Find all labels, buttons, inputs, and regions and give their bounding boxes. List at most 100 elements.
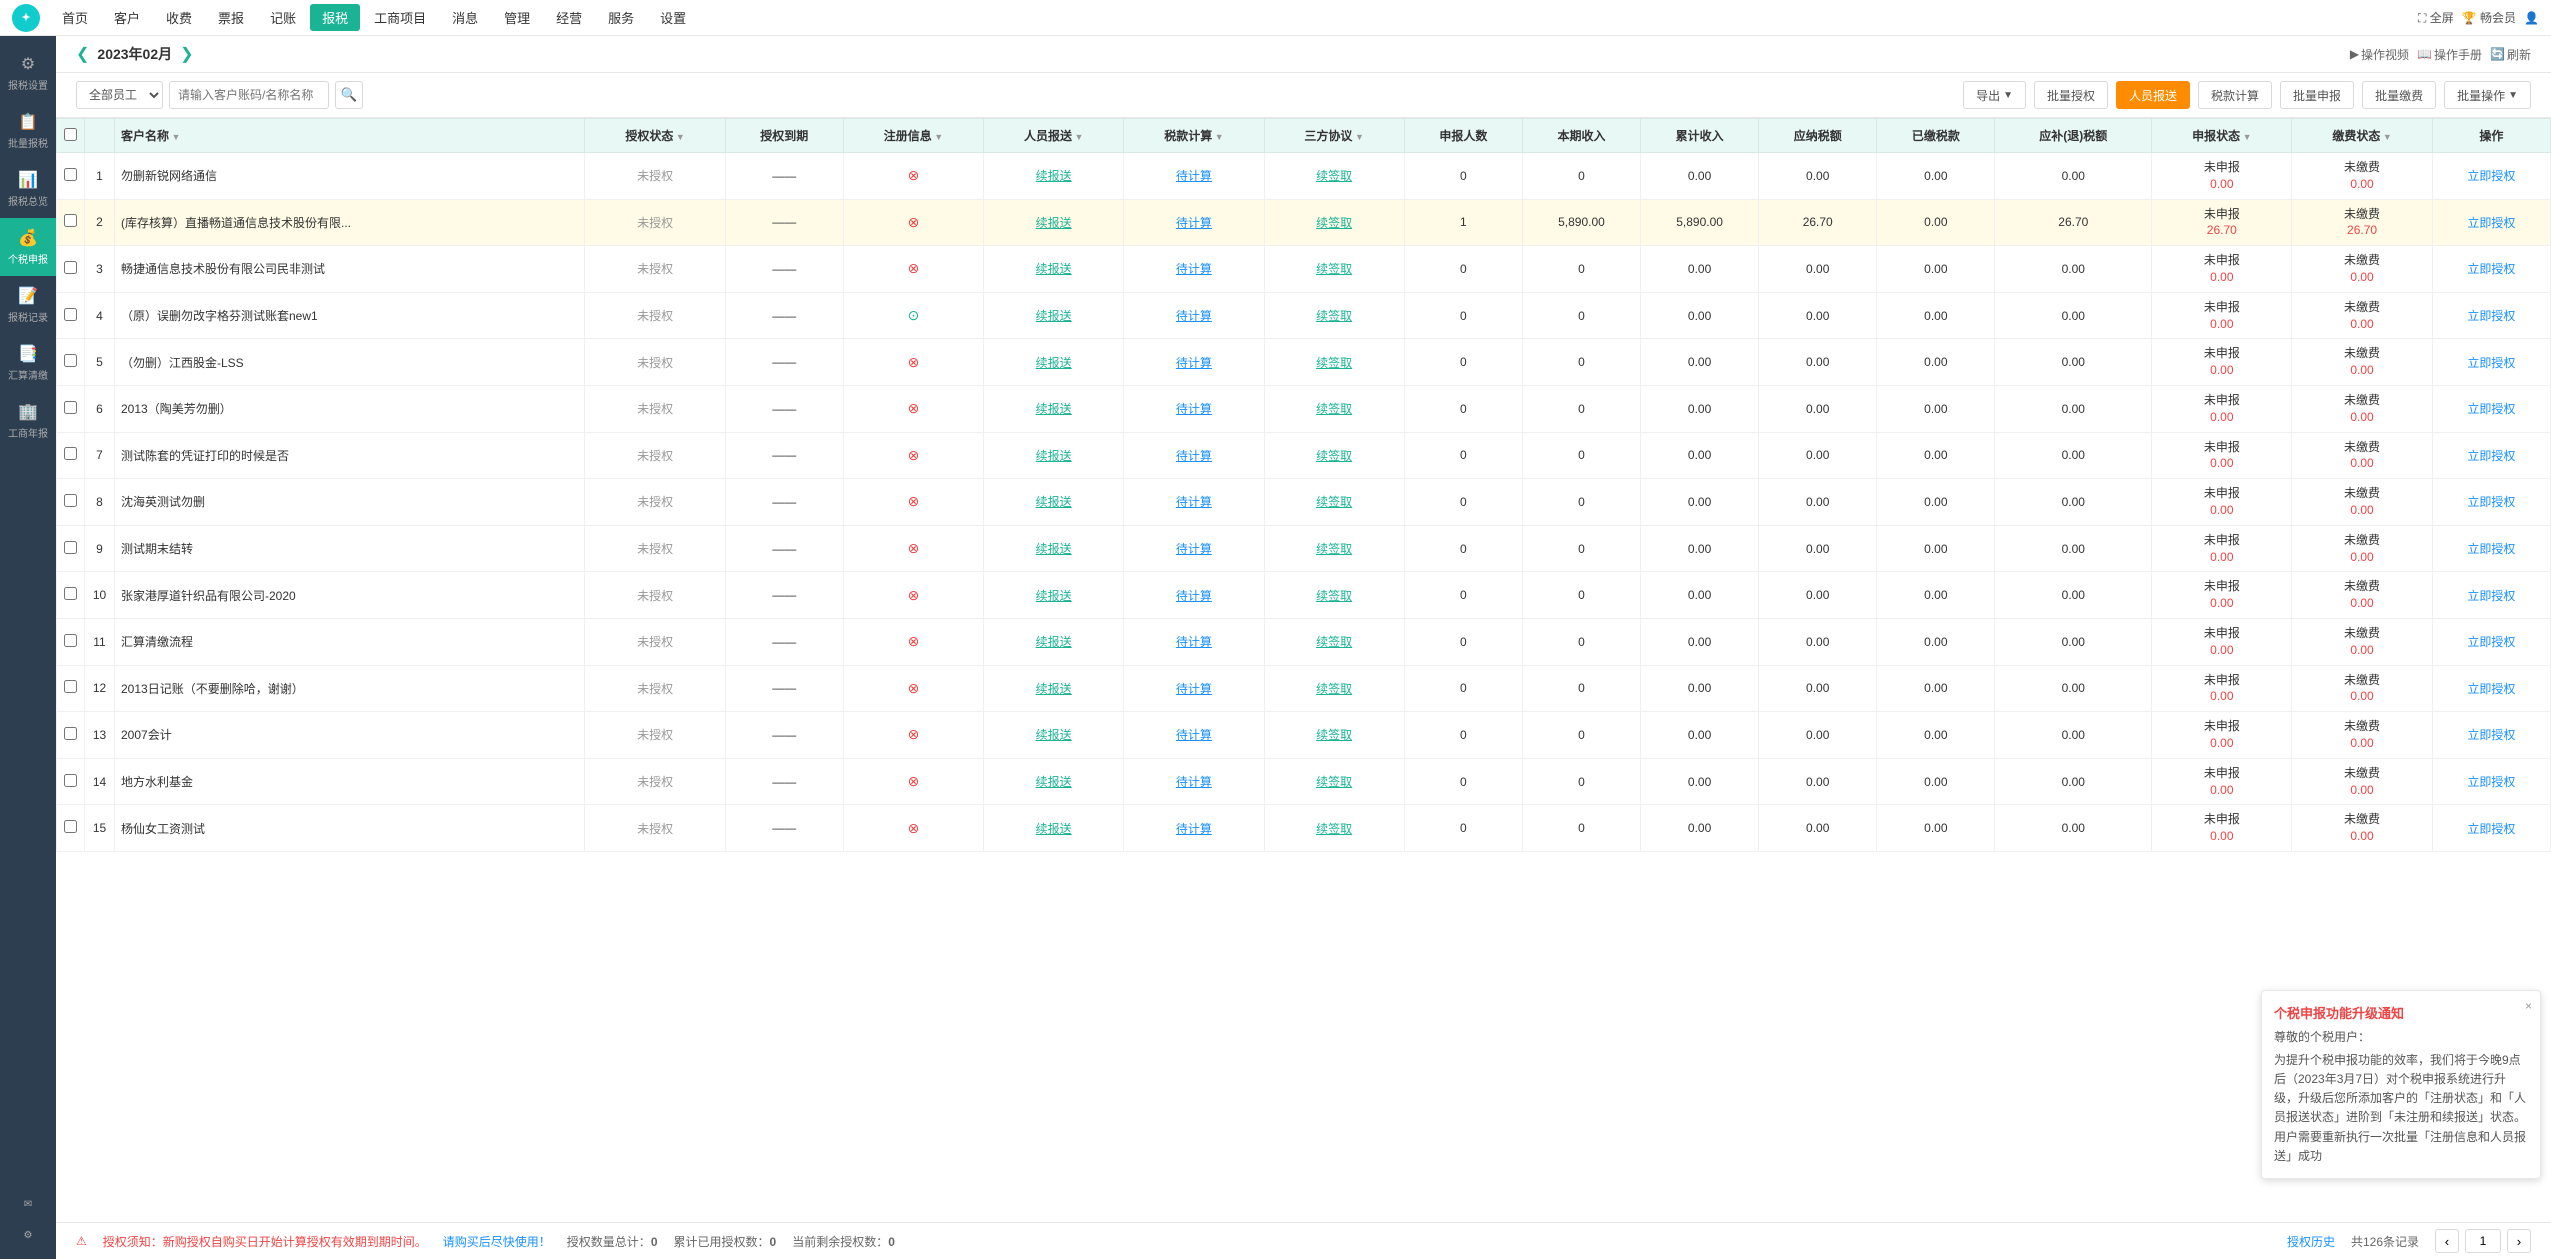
row-client: 沈海英测试勿删 (115, 479, 585, 526)
tax-calc-filter[interactable]: 税款计算 (1164, 129, 1223, 143)
row-checkbox[interactable] (64, 634, 77, 647)
action-btn[interactable]: 立即授权 (2467, 635, 2515, 649)
action-btn[interactable]: 立即授权 (2467, 589, 2515, 603)
fullscreen-btn[interactable]: ⛶ 全屏 (2418, 9, 2454, 26)
personal-report-filter[interactable]: 人员报送 (1024, 129, 1083, 143)
nav-accounting[interactable]: 记账 (258, 4, 308, 31)
action-btn[interactable]: 立即授权 (2467, 822, 2515, 836)
row-checkbox[interactable] (64, 168, 77, 181)
buy-link[interactable]: 请购买后尽快使用！ (443, 1233, 551, 1250)
client-filter[interactable]: 客户名称 (121, 129, 180, 143)
tax-calc-btn[interactable]: 税款计算 (2198, 81, 2272, 109)
auth-history-link[interactable]: 授权历史 (2287, 1233, 2335, 1250)
sidebar-item-tax-record[interactable]: 📝 报税记录 (0, 276, 56, 334)
page-input[interactable] (2465, 1229, 2501, 1253)
action-btn[interactable]: 立即授权 (2467, 495, 2515, 509)
prev-page-btn[interactable]: ‹ (2435, 1229, 2459, 1253)
action-btn[interactable]: 立即授权 (2467, 775, 2515, 789)
action-btn[interactable]: 立即授权 (2467, 169, 2515, 183)
search-input[interactable] (169, 81, 329, 109)
nav-service[interactable]: 服务 (596, 4, 646, 31)
action-btn[interactable]: 立即授权 (2467, 309, 2515, 323)
row-tax-paid: 0.00 (1877, 339, 1995, 386)
row-checkbox[interactable] (64, 261, 77, 274)
notification-close-btn[interactable]: × (2525, 999, 2532, 1013)
nav-settings[interactable]: 设置 (648, 4, 698, 31)
row-num: 7 (85, 432, 115, 479)
nav-home[interactable]: 首页 (50, 4, 100, 31)
nav-bizproject[interactable]: 工商项目 (362, 4, 438, 31)
table-row: 3 畅捷通信息技术股份有限公司民非测试 未授权 —— ⊗ 续报送 待计算 续签取… (57, 246, 2551, 293)
nav-billing[interactable]: 收费 (154, 4, 204, 31)
row-checkbox[interactable] (64, 541, 77, 554)
row-checkbox[interactable] (64, 680, 77, 693)
action-btn[interactable]: 立即授权 (2467, 216, 2515, 230)
sidebar-label-personal-tax: 个税申报 (8, 251, 48, 266)
action-btn[interactable]: 立即授权 (2467, 682, 2515, 696)
prev-month-btn[interactable]: ❮ (76, 44, 89, 64)
row-report-status: 未申报 0.00 (2152, 385, 2292, 432)
batch-pay-btn[interactable]: 批量缴费 (2362, 81, 2436, 109)
nav-management[interactable]: 管理 (492, 4, 542, 31)
row-checkbox[interactable] (64, 494, 77, 507)
row-checkbox[interactable] (64, 774, 77, 787)
notification-title: 个税申报功能升级通知 (2274, 1003, 2528, 1022)
row-checkbox[interactable] (64, 820, 77, 833)
reg-info-ok-icon: ⊙ (908, 307, 920, 323)
row-checkbox[interactable] (64, 354, 77, 367)
row-personal-report: 续报送 (984, 153, 1124, 200)
sidebar-item-annual-report[interactable]: 🏢 工商年报 (0, 392, 56, 450)
action-btn[interactable]: 立即授权 (2467, 542, 2515, 556)
batch-ops-btn[interactable]: 批量操作 ▼ (2444, 81, 2531, 109)
next-page-btn[interactable]: › (2507, 1229, 2531, 1253)
row-checkbox[interactable] (64, 727, 77, 740)
sidebar-item-batch-tax[interactable]: 📋 批量报税 (0, 102, 56, 160)
export-btn[interactable]: 导出 ▼ (1963, 81, 2026, 109)
row-tax-paid: 0.00 (1877, 758, 1995, 805)
batch-report-btn[interactable]: 批量申报 (2280, 81, 2354, 109)
three-party-filter[interactable]: 三方协议 (1304, 129, 1363, 143)
sidebar-item-config[interactable]: ⚙ (0, 1220, 56, 1251)
refresh-btn[interactable]: 🔄 刷新 (2490, 46, 2531, 63)
video-btn[interactable]: ▶ 操作视频 (2350, 46, 2409, 63)
row-checkbox[interactable] (64, 401, 77, 414)
nav-invoice[interactable]: 票报 (206, 4, 256, 31)
row-checkbox[interactable] (64, 308, 77, 321)
member-btn[interactable]: 🏆 畅会员 (2462, 9, 2516, 26)
tax-refund-label: 应补(退)税额 (2039, 129, 2107, 143)
batch-auth-btn[interactable]: 批量授权 (2034, 81, 2108, 109)
manual-btn[interactable]: 📖 操作手册 (2417, 46, 2482, 63)
sidebar-item-tax-overview[interactable]: 📊 报税总览 (0, 160, 56, 218)
row-total-income: 0.00 (1641, 618, 1759, 665)
sidebar-item-annual-clearing[interactable]: 📑 汇算清缴 (0, 334, 56, 392)
nav-message[interactable]: 消息 (440, 4, 490, 31)
nav-operation[interactable]: 经营 (544, 4, 594, 31)
personal-report-btn[interactable]: 人员报送 (2116, 81, 2190, 109)
pay-status-filter[interactable]: 缴费状态 (2332, 129, 2391, 143)
reg-info-filter[interactable]: 注册信息 (884, 129, 943, 143)
row-checkbox[interactable] (64, 447, 77, 460)
auth-status-filter[interactable]: 授权状态 (625, 129, 684, 143)
report-status-filter[interactable]: 申报状态 (2192, 129, 2251, 143)
action-btn[interactable]: 立即授权 (2467, 356, 2515, 370)
sidebar-item-msg[interactable]: ✉ (0, 1189, 56, 1220)
row-auth-until: —— (725, 572, 843, 619)
select-all-checkbox[interactable] (64, 128, 77, 141)
next-month-btn[interactable]: ❯ (180, 44, 193, 64)
header-auth-until: 授权到期 (725, 119, 843, 153)
action-btn[interactable]: 立即授权 (2467, 728, 2515, 742)
row-report-status: 未申报 0.00 (2152, 479, 2292, 526)
sidebar-item-personal-tax[interactable]: 💰 个税申报 (0, 218, 56, 276)
row-checkbox[interactable] (64, 587, 77, 600)
row-checkbox[interactable] (64, 214, 77, 227)
sidebar-item-tax-settings[interactable]: ⚙ 报税设置 (0, 44, 56, 102)
nav-tax[interactable]: 报税 (310, 4, 360, 31)
action-btn[interactable]: 立即授权 (2467, 262, 2515, 276)
action-btn[interactable]: 立即授权 (2467, 449, 2515, 463)
nav-client[interactable]: 客户 (102, 4, 152, 31)
user-avatar[interactable]: 👤 (2524, 11, 2539, 25)
action-btn[interactable]: 立即授权 (2467, 402, 2515, 416)
employee-filter[interactable]: 全部员工 (76, 81, 163, 109)
row-auth-status: 未授权 (585, 432, 725, 479)
search-button[interactable]: 🔍 (335, 81, 363, 109)
